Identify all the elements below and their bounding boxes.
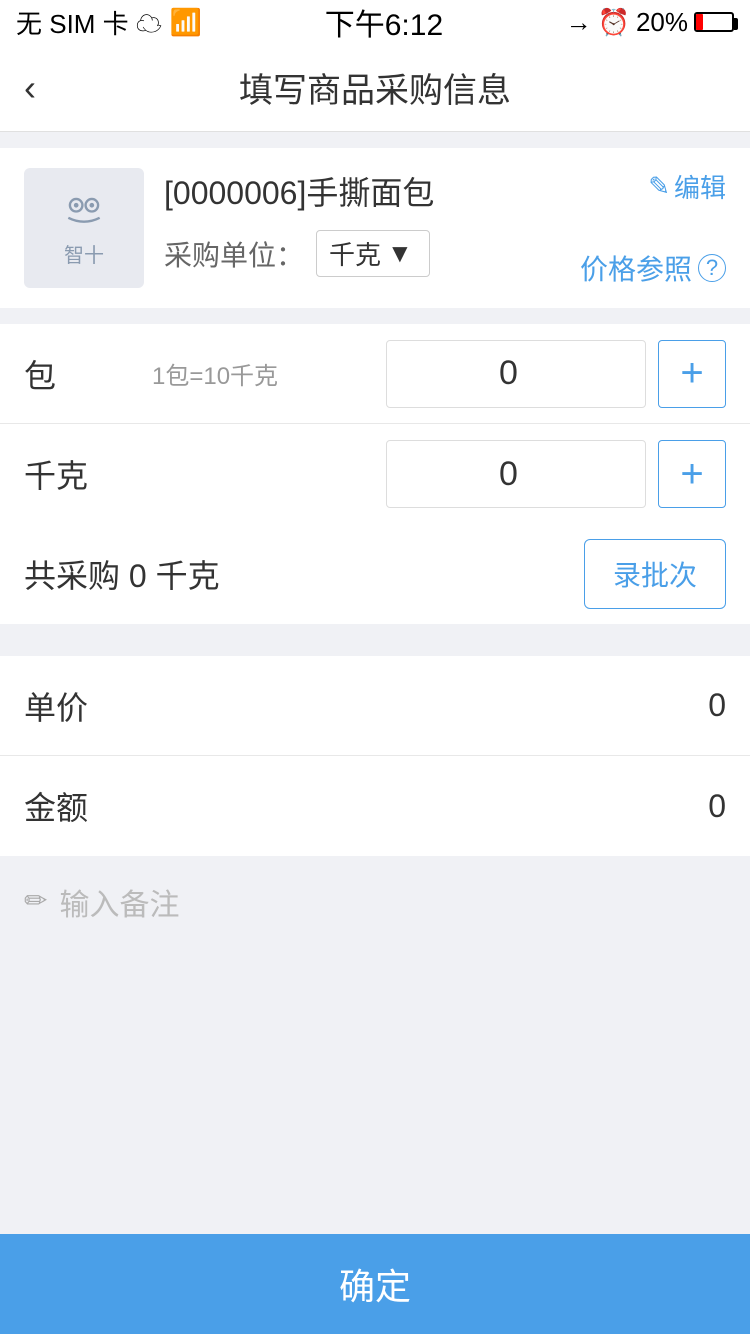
- kg-label: 千克: [24, 451, 144, 497]
- pencil-icon: ✏: [24, 884, 47, 917]
- nav-bar: ‹ 填写商品采购信息: [0, 44, 750, 132]
- divider-1: [0, 308, 750, 324]
- bag-sub-label: 1包=10千克: [152, 356, 278, 391]
- summary-row: 共采购 0 千克 录批次: [0, 524, 750, 624]
- chevron-down-icon: ▼: [387, 238, 413, 269]
- amount-row: 金额 0: [0, 756, 750, 856]
- product-card: 智十 [0000006]手撕面包 采购单位： 千克 ▼ ✎ 编辑 价格参照 ?: [0, 148, 750, 308]
- divider-2: [0, 624, 750, 640]
- bag-plus-button[interactable]: +: [658, 340, 726, 408]
- help-icon: ?: [698, 254, 726, 282]
- edit-icon: ✎: [648, 171, 670, 202]
- bag-input[interactable]: [386, 340, 646, 408]
- kg-input[interactable]: [386, 440, 646, 508]
- product-thumbnail: 智十: [24, 168, 144, 288]
- price-ref-button[interactable]: 价格参照 ?: [580, 248, 726, 288]
- kg-input-row: 千克 +: [0, 424, 750, 524]
- status-right: → ⏰ 20%: [566, 7, 734, 38]
- bag-field-wrap: +: [278, 340, 726, 408]
- unit-dropdown[interactable]: 千克 ▼: [316, 230, 430, 277]
- product-name: [0000006]手撕面包: [164, 168, 726, 214]
- product-logo: 智十: [44, 188, 124, 268]
- logo-text: 智十: [64, 239, 104, 268]
- alarm-icon: ⏰: [598, 7, 630, 38]
- amount-label: 金额: [24, 783, 88, 829]
- remark-placeholder: 输入备注: [59, 880, 179, 924]
- battery-icon: [694, 12, 734, 32]
- sim-label: 无 SIM 卡 ☁: [16, 4, 162, 41]
- amount-value: 0: [708, 788, 726, 825]
- edit-label: 编辑: [674, 168, 726, 205]
- unit-label: 采购单位：: [164, 234, 304, 274]
- kg-plus-button[interactable]: +: [658, 440, 726, 508]
- location-icon: →: [566, 7, 592, 38]
- batch-button[interactable]: 录批次: [584, 539, 726, 609]
- input-section: 包 1包=10千克 + 千克 +: [0, 324, 750, 524]
- unit-price-value: 0: [708, 687, 726, 724]
- battery-percent: 20%: [636, 7, 688, 38]
- price-section: 单价 0 金额 0: [0, 656, 750, 856]
- confirm-button[interactable]: 确定: [0, 1234, 750, 1334]
- bag-input-row: 包 1包=10千克 +: [0, 324, 750, 424]
- summary-text: 共采购 0 千克: [24, 551, 220, 597]
- edit-button[interactable]: ✎ 编辑: [648, 168, 726, 205]
- back-button[interactable]: ‹: [24, 67, 36, 109]
- price-ref-label: 价格参照: [580, 248, 692, 288]
- status-bar: 无 SIM 卡 ☁ 📶 下午6:12 → ⏰ 20%: [0, 0, 750, 44]
- unit-price-row: 单价 0: [0, 656, 750, 756]
- unit-price-label: 单价: [24, 683, 88, 729]
- remark-section[interactable]: ✏ 输入备注: [0, 856, 750, 976]
- unit-value: 千克: [329, 235, 381, 272]
- status-time: 下午6:12: [325, 0, 443, 44]
- page-title: 填写商品采购信息: [239, 63, 511, 112]
- bag-label: 包: [24, 351, 144, 397]
- status-left: 无 SIM 卡 ☁ 📶: [16, 4, 202, 41]
- wifi-icon: 📶: [170, 7, 202, 38]
- kg-field-wrap: +: [144, 440, 726, 508]
